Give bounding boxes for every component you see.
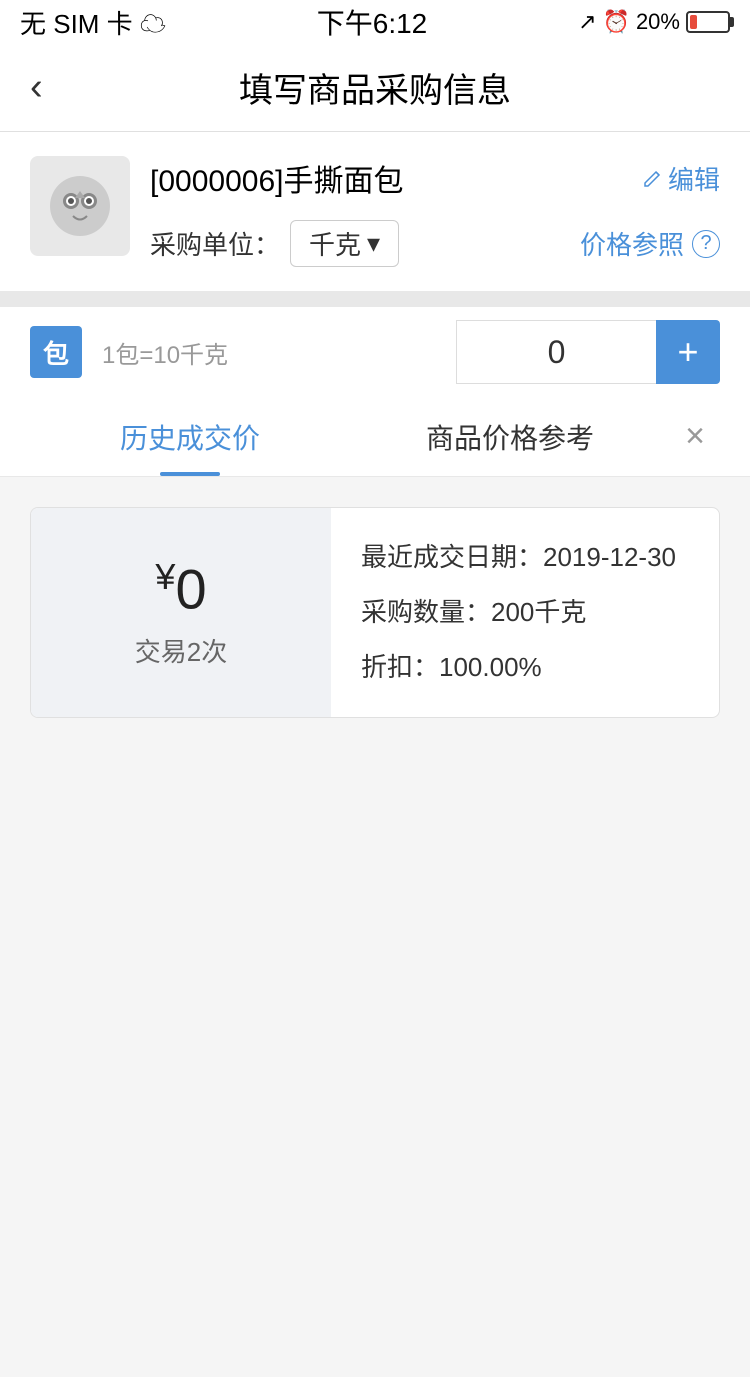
status-right: ↗ ⏰ 20% xyxy=(578,9,730,35)
close-button[interactable]: × xyxy=(670,412,720,462)
recent-date-label: 最近成交日期： xyxy=(361,542,543,572)
card-price: ¥0 xyxy=(155,556,206,622)
quantity-controls: + xyxy=(456,320,720,384)
recent-date-value: 2019-12-30 xyxy=(543,542,676,572)
product-section: [0000006]手撕面包 编辑 采购单位： 千克 ▾ xyxy=(0,132,750,291)
back-button[interactable]: ‹ xyxy=(30,56,63,119)
page-title: 填写商品采购信息 xyxy=(239,63,511,112)
modal-section: 历史成交价 商品价格参考 × ¥0 交易2次 最近成交日期：2019-12-30… xyxy=(0,397,750,1377)
price-value: 0 xyxy=(175,558,206,621)
product-info: [0000006]手撕面包 编辑 采购单位： 千克 ▾ xyxy=(150,156,720,267)
nav-bar: ‹ 填写商品采购信息 xyxy=(0,44,750,132)
tab-history-label: 历史成交价 xyxy=(120,417,260,457)
price-ref-button[interactable]: 价格参照 ? xyxy=(580,225,720,262)
discount-value: 100.00% xyxy=(439,652,542,682)
unit-selector[interactable]: 千克 ▾ xyxy=(290,220,399,267)
unit-label: 包 1包=10千克 xyxy=(30,326,228,378)
product-name: [0000006]手撕面包 xyxy=(150,156,403,200)
yen-symbol: ¥ xyxy=(155,556,175,597)
status-left: 无 SIM 卡 ☁ xyxy=(20,4,166,41)
product-logo xyxy=(30,156,130,256)
card-left: ¥0 交易2次 xyxy=(31,508,331,717)
location-icon: ↗ xyxy=(578,9,596,35)
purchase-qty-label: 采购数量： xyxy=(361,597,491,627)
tabs: 历史成交价 商品价格参考 × xyxy=(0,397,750,477)
tab-product-price-label: 商品价格参考 xyxy=(426,417,594,457)
purchase-unit: 采购单位： 千克 ▾ xyxy=(150,220,399,267)
purchase-qty-item: 采购数量：200千克 xyxy=(361,593,689,632)
tab-product-price-ref[interactable]: 商品价格参考 xyxy=(350,397,670,476)
quantity-plus-button[interactable]: + xyxy=(656,320,720,384)
sim-text: 无 SIM 卡 ☁ xyxy=(20,4,166,41)
battery-icon xyxy=(686,11,730,33)
battery-percent: 20% xyxy=(636,9,680,35)
tab-history-price[interactable]: 历史成交价 xyxy=(30,397,350,476)
section-divider xyxy=(0,291,750,307)
discount-label: 折扣： xyxy=(361,652,439,682)
discount-item: 折扣：100.00% xyxy=(361,648,689,687)
unit-box: 包 xyxy=(30,326,82,378)
quantity-row: 包 1包=10千克 + xyxy=(0,307,750,397)
recent-date-item: 最近成交日期：2019-12-30 xyxy=(361,538,689,577)
edit-button[interactable]: 编辑 xyxy=(642,160,720,197)
card-right: 最近成交日期：2019-12-30 采购数量：200千克 折扣：100.00% xyxy=(331,508,719,717)
trade-count: 交易2次 xyxy=(135,632,227,669)
product-image xyxy=(45,171,115,241)
history-card: ¥0 交易2次 最近成交日期：2019-12-30 采购数量：200千克 折扣：… xyxy=(30,507,720,718)
quantity-input[interactable] xyxy=(456,320,656,384)
card-container: ¥0 交易2次 最近成交日期：2019-12-30 采购数量：200千克 折扣：… xyxy=(0,477,750,1377)
help-icon: ? xyxy=(692,230,720,258)
edit-icon xyxy=(642,167,664,189)
unit-convert: 1包=10千克 xyxy=(102,335,228,370)
tab-underline xyxy=(160,472,220,476)
alarm-icon: ⏰ xyxy=(603,9,630,35)
status-time: 下午6:12 xyxy=(317,2,428,42)
status-bar: 无 SIM 卡 ☁ 下午6:12 ↗ ⏰ 20% xyxy=(0,0,750,44)
purchase-qty-value: 200千克 xyxy=(491,597,586,627)
dropdown-icon: ▾ xyxy=(367,228,380,259)
